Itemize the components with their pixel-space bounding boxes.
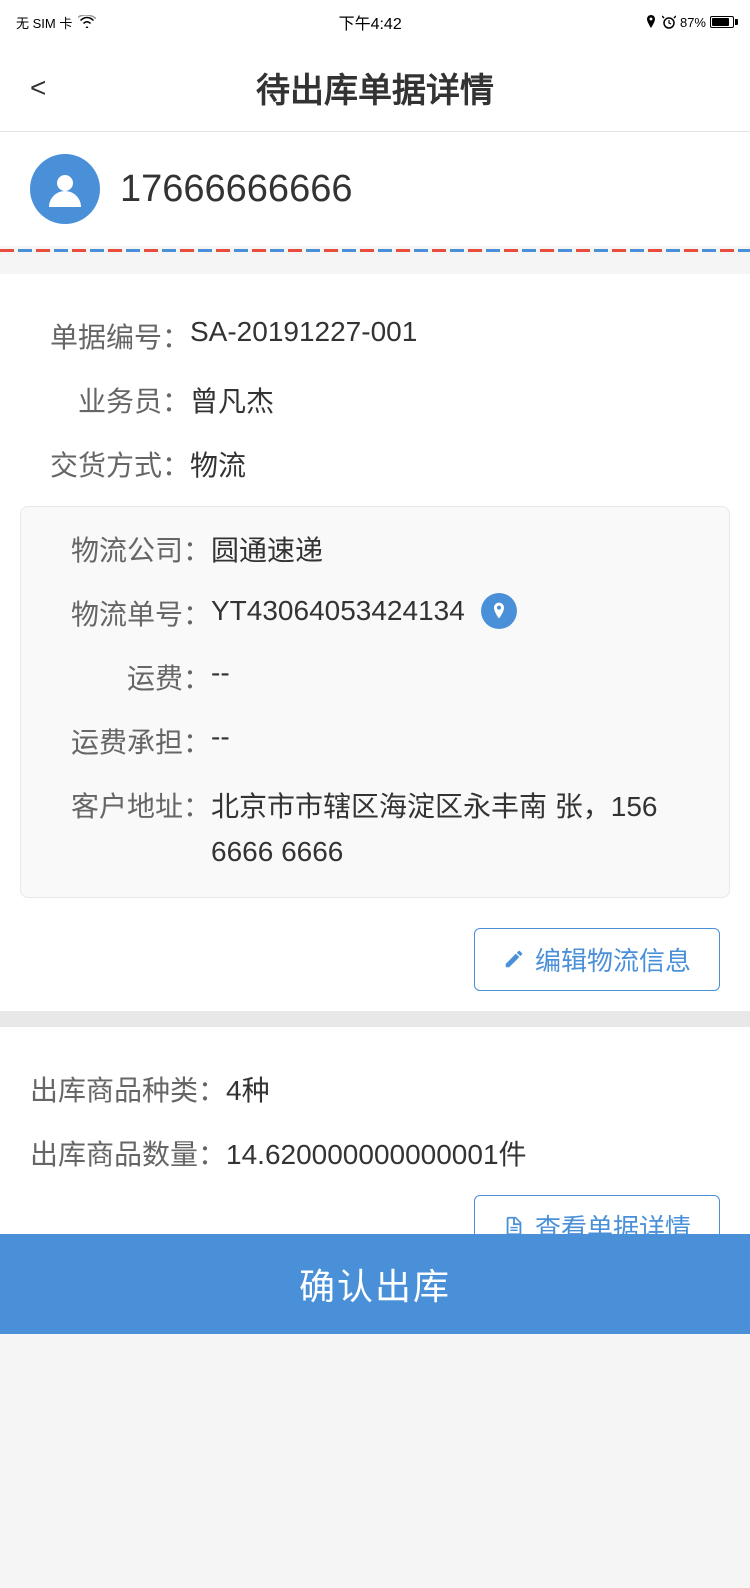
status-bar: 无 SIM 卡 下午4:42 87% [0, 0, 750, 44]
edit-logistics-button[interactable]: 编辑物流信息 [474, 928, 720, 991]
freight-bearer-row: 运费承担： -- [21, 709, 729, 773]
gray-divider [0, 1011, 750, 1027]
nav-bar: < 待出库单据详情 [0, 44, 750, 132]
product-type-label: 出库商品种类： [30, 1069, 226, 1109]
page-title: 待出库单据详情 [256, 63, 494, 112]
order-no-label: 单据编号： [30, 316, 190, 356]
freight-value: -- [211, 657, 699, 689]
address-label: 客户地址： [51, 785, 211, 825]
map-pin-icon [489, 601, 509, 621]
logistics-tracking-row: 物流单号： YT43064053424134 [21, 581, 729, 645]
product-quantity-label: 出库商品数量： [30, 1133, 226, 1173]
address-value: 北京市市辖区海淀区永丰南 张，156 6666 6666 [211, 785, 699, 875]
freight-row: 运费： -- [21, 645, 729, 709]
sales-person-label: 业务员： [30, 380, 190, 420]
location-status-icon [644, 15, 658, 29]
edit-icon [503, 948, 525, 970]
sales-person-value: 曾凡杰 [190, 380, 720, 420]
freight-label: 运费： [51, 657, 211, 697]
logistics-tracking-value: YT43064053424134 [211, 593, 699, 629]
status-time: 下午4:42 [339, 10, 402, 34]
delivery-label: 交货方式： [30, 444, 190, 484]
status-right: 87% [644, 15, 734, 30]
delivery-row: 交货方式： 物流 [0, 432, 750, 496]
wifi-icon [78, 15, 96, 29]
user-icon [45, 169, 85, 209]
battery-percent: 87% [680, 15, 706, 30]
logistics-company-row: 物流公司： 圆通速递 [21, 517, 729, 581]
confirm-button[interactable]: 确认出库 [0, 1234, 750, 1334]
edit-logistics-area: 编辑物流信息 [0, 918, 750, 1011]
delivery-value: 物流 [190, 444, 720, 484]
sales-person-row: 业务员： 曾凡杰 [0, 368, 750, 432]
freight-bearer-label: 运费承担： [51, 721, 211, 761]
order-no-row: 单据编号： SA-20191227-001 [0, 304, 750, 368]
signal-text: 无 SIM 卡 [16, 13, 72, 32]
alarm-icon [662, 15, 676, 29]
logistics-company-label: 物流公司： [51, 529, 211, 569]
dashed-divider [0, 246, 750, 254]
logistics-card: 物流公司： 圆通速递 物流单号： YT43064053424134 运费： -- [20, 506, 730, 898]
logistics-tracking-label: 物流单号： [51, 593, 211, 633]
avatar [30, 154, 100, 224]
track-location-button[interactable] [481, 593, 517, 629]
address-row: 客户地址： 北京市市辖区海淀区永丰南 张，156 6666 6666 [21, 773, 729, 887]
product-quantity-value: 14.620000000000001件 [226, 1133, 720, 1173]
status-left: 无 SIM 卡 [16, 13, 96, 32]
freight-bearer-value: -- [211, 721, 699, 753]
order-info-section: 单据编号： SA-20191227-001 业务员： 曾凡杰 交货方式： 物流 … [0, 274, 750, 1011]
product-type-value: 4种 [226, 1069, 720, 1109]
customer-phone: 17666666666 [120, 168, 352, 211]
logistics-company-value: 圆通速递 [211, 529, 699, 569]
product-quantity-row: 出库商品数量： 14.620000000000001件 [0, 1121, 750, 1185]
order-no-value: SA-20191227-001 [190, 316, 720, 348]
battery-icon [710, 16, 734, 28]
customer-card: 17666666666 [0, 132, 750, 246]
product-type-row: 出库商品种类： 4种 [0, 1057, 750, 1121]
back-button[interactable]: < [20, 62, 56, 114]
